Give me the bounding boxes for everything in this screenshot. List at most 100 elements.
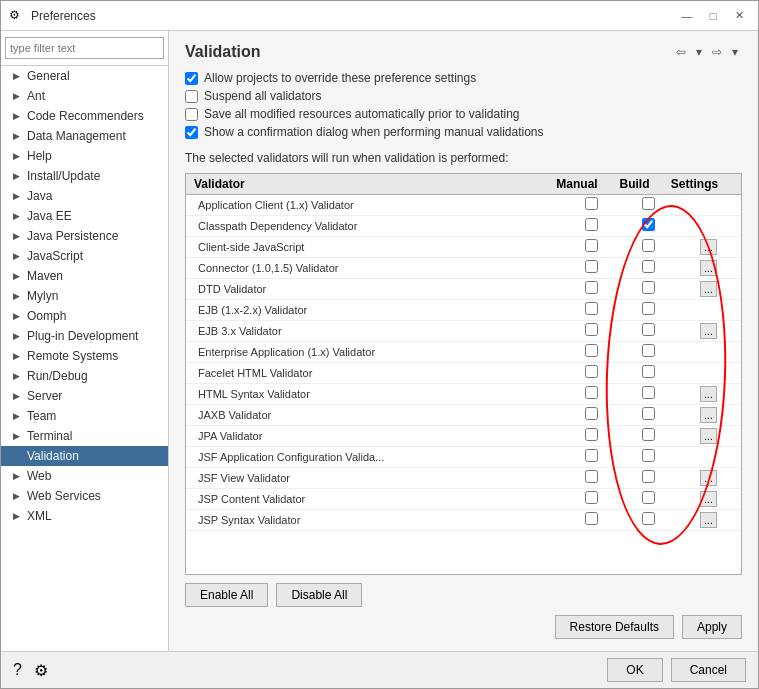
- sidebar-item-remote-systems[interactable]: ▶Remote Systems: [1, 346, 168, 366]
- sidebar-item-ant[interactable]: ▶Ant: [1, 86, 168, 106]
- sidebar-item-java[interactable]: ▶Java: [1, 186, 168, 206]
- back-button[interactable]: ⇦: [672, 43, 690, 61]
- manual-checkbox[interactable]: [585, 365, 598, 378]
- sidebar-item-run-debug[interactable]: ▶Run/Debug: [1, 366, 168, 386]
- build-checkbox[interactable]: [642, 239, 655, 252]
- build-checkbox[interactable]: [642, 491, 655, 504]
- build-checkbox[interactable]: [642, 218, 655, 231]
- manual-checkbox[interactable]: [585, 218, 598, 231]
- build-checkbox[interactable]: [642, 302, 655, 315]
- settings-button[interactable]: ...: [700, 281, 716, 297]
- settings-button[interactable]: ...: [700, 239, 716, 255]
- forward-button[interactable]: ⇨: [708, 43, 726, 61]
- nav-list: ▶General▶Ant▶Code Recommenders▶Data Mana…: [1, 66, 168, 651]
- settings-button[interactable]: ...: [700, 386, 716, 402]
- settings-icon[interactable]: ⚙: [34, 661, 48, 680]
- manual-checkbox[interactable]: [585, 239, 598, 252]
- checkbox-row-0: Allow projects to override these prefere…: [185, 71, 742, 85]
- build-checkbox[interactable]: [642, 260, 655, 273]
- table-header: Validator Manual Build Settings: [186, 174, 741, 195]
- sidebar-item-web[interactable]: ▶Web: [1, 466, 168, 486]
- cancel-button[interactable]: Cancel: [671, 658, 746, 682]
- settings-button[interactable]: ...: [700, 323, 716, 339]
- nav-arrow-icon: ▶: [13, 271, 23, 281]
- search-input[interactable]: [5, 37, 164, 59]
- sidebar-item-install-update[interactable]: ▶Install/Update: [1, 166, 168, 186]
- nav-arrow-icon: ▶: [13, 351, 23, 361]
- checkbox-row-3: Show a confirmation dialog when performi…: [185, 125, 742, 139]
- checkbox-row-2: Save all modified resources automaticall…: [185, 107, 742, 121]
- build-checkbox[interactable]: [642, 470, 655, 483]
- restore-defaults-button[interactable]: Restore Defaults: [555, 615, 674, 639]
- manual-checkbox[interactable]: [585, 512, 598, 525]
- settings-button[interactable]: ...: [700, 470, 716, 486]
- checkbox-1[interactable]: [185, 90, 198, 103]
- settings-button[interactable]: ...: [700, 407, 716, 423]
- manual-checkbox[interactable]: [585, 197, 598, 210]
- build-checkbox[interactable]: [642, 197, 655, 210]
- table-row: JSF Application Configuration Valida...: [186, 447, 741, 468]
- settings-cell: ...: [676, 470, 741, 486]
- sidebar-item-terminal[interactable]: ▶Terminal: [1, 426, 168, 446]
- sidebar-item-mylyn[interactable]: ▶Mylyn: [1, 286, 168, 306]
- sidebar-item-validation[interactable]: Validation: [1, 446, 168, 466]
- build-checkbox[interactable]: [642, 323, 655, 336]
- manual-checkbox[interactable]: [585, 386, 598, 399]
- settings-button[interactable]: ...: [700, 491, 716, 507]
- dropdown-button[interactable]: ▾: [692, 43, 706, 61]
- table-row: DTD Validator...: [186, 279, 741, 300]
- nav-arrow-icon: ▶: [13, 151, 23, 161]
- enable-all-button[interactable]: Enable All: [185, 583, 268, 607]
- sidebar-item-javascript[interactable]: ▶JavaScript: [1, 246, 168, 266]
- sidebar-item-java-ee[interactable]: ▶Java EE: [1, 206, 168, 226]
- build-checkbox[interactable]: [642, 344, 655, 357]
- sidebar-item-web-services[interactable]: ▶Web Services: [1, 486, 168, 506]
- settings-button[interactable]: ...: [700, 260, 716, 276]
- build-checkbox[interactable]: [642, 449, 655, 462]
- ok-button[interactable]: OK: [607, 658, 662, 682]
- sidebar-item-maven[interactable]: ▶Maven: [1, 266, 168, 286]
- sidebar-item-data-management[interactable]: ▶Data Management: [1, 126, 168, 146]
- sidebar-item-xml[interactable]: ▶XML: [1, 506, 168, 526]
- checkbox-2[interactable]: [185, 108, 198, 121]
- sidebar-item-code-recommenders[interactable]: ▶Code Recommenders: [1, 106, 168, 126]
- sidebar-item-plug-in-development[interactable]: ▶Plug-in Development: [1, 326, 168, 346]
- settings-button[interactable]: ...: [700, 428, 716, 444]
- apply-button[interactable]: Apply: [682, 615, 742, 639]
- sidebar-item-server[interactable]: ▶Server: [1, 386, 168, 406]
- build-checkbox[interactable]: [642, 386, 655, 399]
- manual-checkbox[interactable]: [585, 449, 598, 462]
- manual-checkbox[interactable]: [585, 302, 598, 315]
- build-checkbox[interactable]: [642, 428, 655, 441]
- manual-checkbox[interactable]: [585, 407, 598, 420]
- minimize-button[interactable]: —: [676, 5, 698, 27]
- build-checkbox[interactable]: [642, 281, 655, 294]
- build-checkbox[interactable]: [642, 407, 655, 420]
- nav-item-label: General: [27, 69, 70, 83]
- nav-arrow-icon: ▶: [13, 131, 23, 141]
- help-icon[interactable]: ?: [13, 661, 22, 680]
- sidebar-item-help[interactable]: ▶Help: [1, 146, 168, 166]
- maximize-button[interactable]: □: [702, 5, 724, 27]
- manual-checkbox[interactable]: [585, 323, 598, 336]
- build-checkbox[interactable]: [642, 365, 655, 378]
- checkbox-0[interactable]: [185, 72, 198, 85]
- build-checkbox-cell: [621, 197, 676, 213]
- forward-dropdown-button[interactable]: ▾: [728, 43, 742, 61]
- sidebar-item-team[interactable]: ▶Team: [1, 406, 168, 426]
- sidebar-item-general[interactable]: ▶General: [1, 66, 168, 86]
- close-button[interactable]: ✕: [728, 5, 750, 27]
- build-checkbox[interactable]: [642, 512, 655, 525]
- manual-checkbox[interactable]: [585, 281, 598, 294]
- manual-checkbox[interactable]: [585, 491, 598, 504]
- settings-button[interactable]: ...: [700, 512, 716, 528]
- disable-all-button[interactable]: Disable All: [276, 583, 362, 607]
- manual-checkbox[interactable]: [585, 470, 598, 483]
- manual-checkbox-cell: [561, 260, 621, 276]
- sidebar-item-oomph[interactable]: ▶Oomph: [1, 306, 168, 326]
- manual-checkbox[interactable]: [585, 428, 598, 441]
- manual-checkbox[interactable]: [585, 260, 598, 273]
- checkbox-3[interactable]: [185, 126, 198, 139]
- manual-checkbox[interactable]: [585, 344, 598, 357]
- sidebar-item-java-persistence[interactable]: ▶Java Persistence: [1, 226, 168, 246]
